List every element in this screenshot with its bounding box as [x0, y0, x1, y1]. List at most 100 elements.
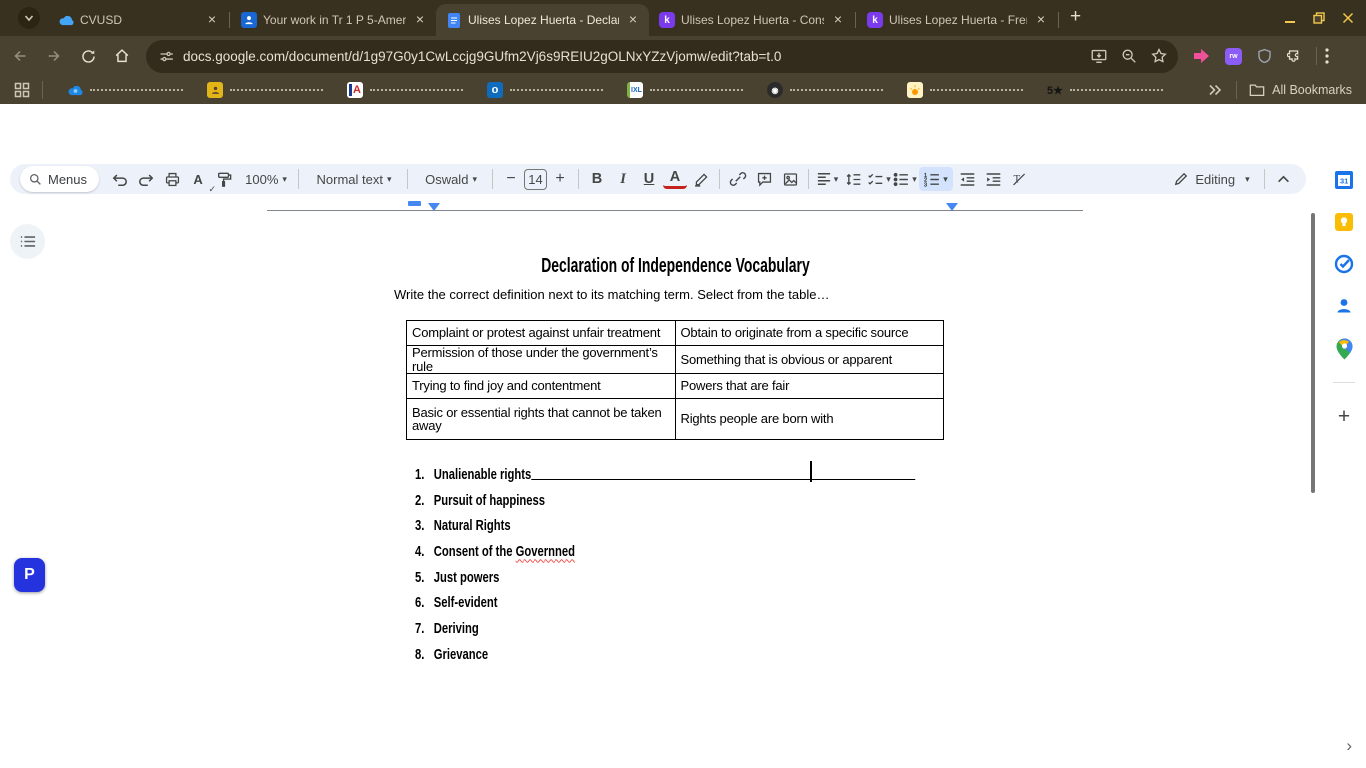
bookmark-item[interactable]: 5★ — [1047, 82, 1163, 98]
list-item[interactable]: 8.Grievance — [415, 641, 513, 667]
print-button[interactable] — [160, 167, 184, 191]
zoom-icon[interactable] — [1120, 47, 1138, 65]
tab-close-icon[interactable]: × — [830, 12, 846, 28]
restore-icon[interactable] — [1304, 0, 1333, 36]
forward-icon[interactable] — [40, 42, 68, 70]
tab-your-work[interactable]: Your work in Tr 1 P 5-American × — [231, 4, 436, 36]
new-tab-button[interactable]: + — [1070, 6, 1081, 28]
extensions-puzzle-icon[interactable] — [1287, 48, 1304, 65]
tab-close-icon[interactable]: × — [204, 12, 220, 28]
spellcheck-button[interactable]: A✓ — [186, 167, 210, 191]
tab-search-button[interactable] — [18, 7, 40, 29]
line-spacing-button[interactable] — [841, 167, 865, 191]
table-cell[interactable]: Something that is obvious or apparent — [675, 346, 944, 374]
maps-icon[interactable] — [1336, 338, 1353, 360]
increase-indent-button[interactable] — [981, 167, 1005, 191]
font-select[interactable]: Oswald▾ — [414, 167, 486, 191]
table-cell[interactable]: Rights people are born with — [675, 399, 944, 440]
font-size-input[interactable]: 14 — [524, 169, 547, 190]
checklist-button[interactable]: ▾ — [867, 167, 891, 191]
tab-declaration-doc[interactable]: Ulises Lopez Huerta - Declarati × — [436, 4, 649, 36]
close-icon[interactable] — [1333, 0, 1362, 36]
minimize-icon[interactable] — [1275, 0, 1304, 36]
vertical-scrollbar[interactable] — [1311, 213, 1315, 493]
list-item[interactable]: 4.Consent of the Governned — [415, 538, 628, 564]
left-indent-marker[interactable] — [428, 203, 440, 211]
zoom-select[interactable]: 100%▾ — [238, 167, 292, 191]
tab-close-icon[interactable]: × — [625, 12, 641, 28]
list-item[interactable]: 1.Unalienable rights — [415, 461, 1082, 487]
list-item[interactable]: 6.Self-evident — [415, 590, 525, 616]
undo-button[interactable] — [108, 167, 132, 191]
bookmark-item[interactable]: o — [487, 82, 603, 98]
text-color-button[interactable]: A — [663, 169, 687, 189]
list-item[interactable]: 5.Just powers — [415, 564, 528, 590]
redo-button[interactable] — [134, 167, 158, 191]
show-outline-button[interactable] — [10, 224, 45, 259]
styles-select[interactable]: Normal text▾ — [305, 167, 401, 191]
clear-formatting-button[interactable]: T — [1007, 167, 1031, 191]
apps-grid-icon[interactable] — [14, 82, 30, 98]
tab-cvusd[interactable]: CVUSD × — [48, 4, 228, 36]
table-cell[interactable]: Powers that are fair — [675, 374, 944, 399]
all-bookmarks-label[interactable]: All Bookmarks — [1272, 83, 1352, 97]
table-cell[interactable]: Permission of those under the government… — [407, 346, 676, 374]
tab-close-icon[interactable]: × — [1033, 12, 1049, 28]
decrease-indent-button[interactable] — [955, 167, 979, 191]
shield-icon[interactable] — [1256, 47, 1273, 65]
contacts-icon[interactable] — [1334, 296, 1354, 316]
expand-chevron-icon[interactable]: › — [1346, 736, 1352, 756]
bookmark-item[interactable] — [207, 82, 323, 98]
read-write-extension-icon[interactable]: rw — [1225, 48, 1242, 65]
add-comment-button[interactable] — [752, 167, 776, 191]
keep-icon[interactable] — [1334, 212, 1354, 232]
highlight-color-button[interactable] — [689, 167, 713, 191]
document-canvas[interactable]: Declaration of Independence Vocabulary W… — [0, 196, 1322, 768]
bookmark-item[interactable] — [907, 82, 1023, 98]
more-menu-icon[interactable] — [1325, 48, 1329, 64]
decrease-font-button[interactable]: − — [499, 167, 523, 191]
bookmark-item[interactable]: IXL — [627, 82, 743, 98]
bookmark-item[interactable]: ◉ — [767, 82, 883, 98]
tune-icon[interactable] — [158, 48, 175, 65]
table-cell[interactable]: Trying to find joy and contentment — [407, 374, 676, 399]
pink-arrow-extension-icon[interactable] — [1192, 48, 1211, 64]
bulleted-list-button[interactable]: ▾ — [893, 167, 917, 191]
table-cell[interactable]: Obtain to originate from a specific sour… — [675, 321, 944, 346]
fill-in-blank-line[interactable] — [531, 478, 915, 480]
insert-link-button[interactable] — [726, 167, 750, 191]
bold-button[interactable]: B — [585, 167, 609, 191]
home-icon[interactable] — [108, 42, 136, 70]
bookmark-star-icon[interactable] — [1150, 47, 1168, 65]
underline-button[interactable]: U — [637, 167, 661, 191]
insert-image-button[interactable] — [778, 167, 802, 191]
table-cell[interactable]: Basic or essential rights that cannot be… — [407, 399, 676, 440]
right-indent-marker[interactable] — [946, 203, 958, 211]
tasks-icon[interactable] — [1334, 254, 1354, 274]
list-item[interactable]: 2.Pursuit of happiness — [415, 487, 588, 513]
url-input[interactable]: docs.google.com/document/d/1g97G0y1CwLcc… — [146, 40, 1178, 73]
calendar-icon[interactable]: 31 — [1334, 170, 1354, 190]
list-item[interactable]: 7.Deriving — [415, 615, 500, 641]
list-item[interactable]: 3.Natural Rights — [415, 513, 543, 539]
back-icon[interactable] — [6, 42, 34, 70]
italic-button[interactable]: I — [611, 167, 635, 191]
first-line-indent-marker[interactable] — [408, 201, 421, 206]
reload-icon[interactable] — [74, 42, 102, 70]
bookmarks-overflow-icon[interactable] — [1208, 84, 1222, 96]
menus-search-button[interactable]: Menus — [20, 166, 99, 192]
editing-mode-select[interactable]: Editing ▾ — [1166, 167, 1258, 191]
align-button[interactable]: ▾ — [815, 167, 839, 191]
send-to-device-icon[interactable] — [1090, 47, 1108, 65]
bookmark-item[interactable]: A — [347, 82, 463, 98]
hide-menus-button[interactable] — [1271, 167, 1295, 191]
tab-constitution-doc[interactable]: k Ulises Lopez Huerta - Constitut × — [649, 4, 854, 36]
tab-french-doc[interactable]: k Ulises Lopez Huerta - French a × — [857, 4, 1057, 36]
p-extension-button[interactable]: P — [14, 558, 45, 592]
increase-font-button[interactable]: + — [548, 167, 572, 191]
add-icon[interactable]: + — [1338, 405, 1350, 429]
table-cell[interactable]: Complaint or protest against unfair trea… — [407, 321, 676, 346]
numbered-list-button[interactable]: 123▾ — [919, 167, 953, 191]
bookmark-item[interactable] — [67, 82, 183, 98]
tab-close-icon[interactable]: × — [412, 12, 428, 28]
